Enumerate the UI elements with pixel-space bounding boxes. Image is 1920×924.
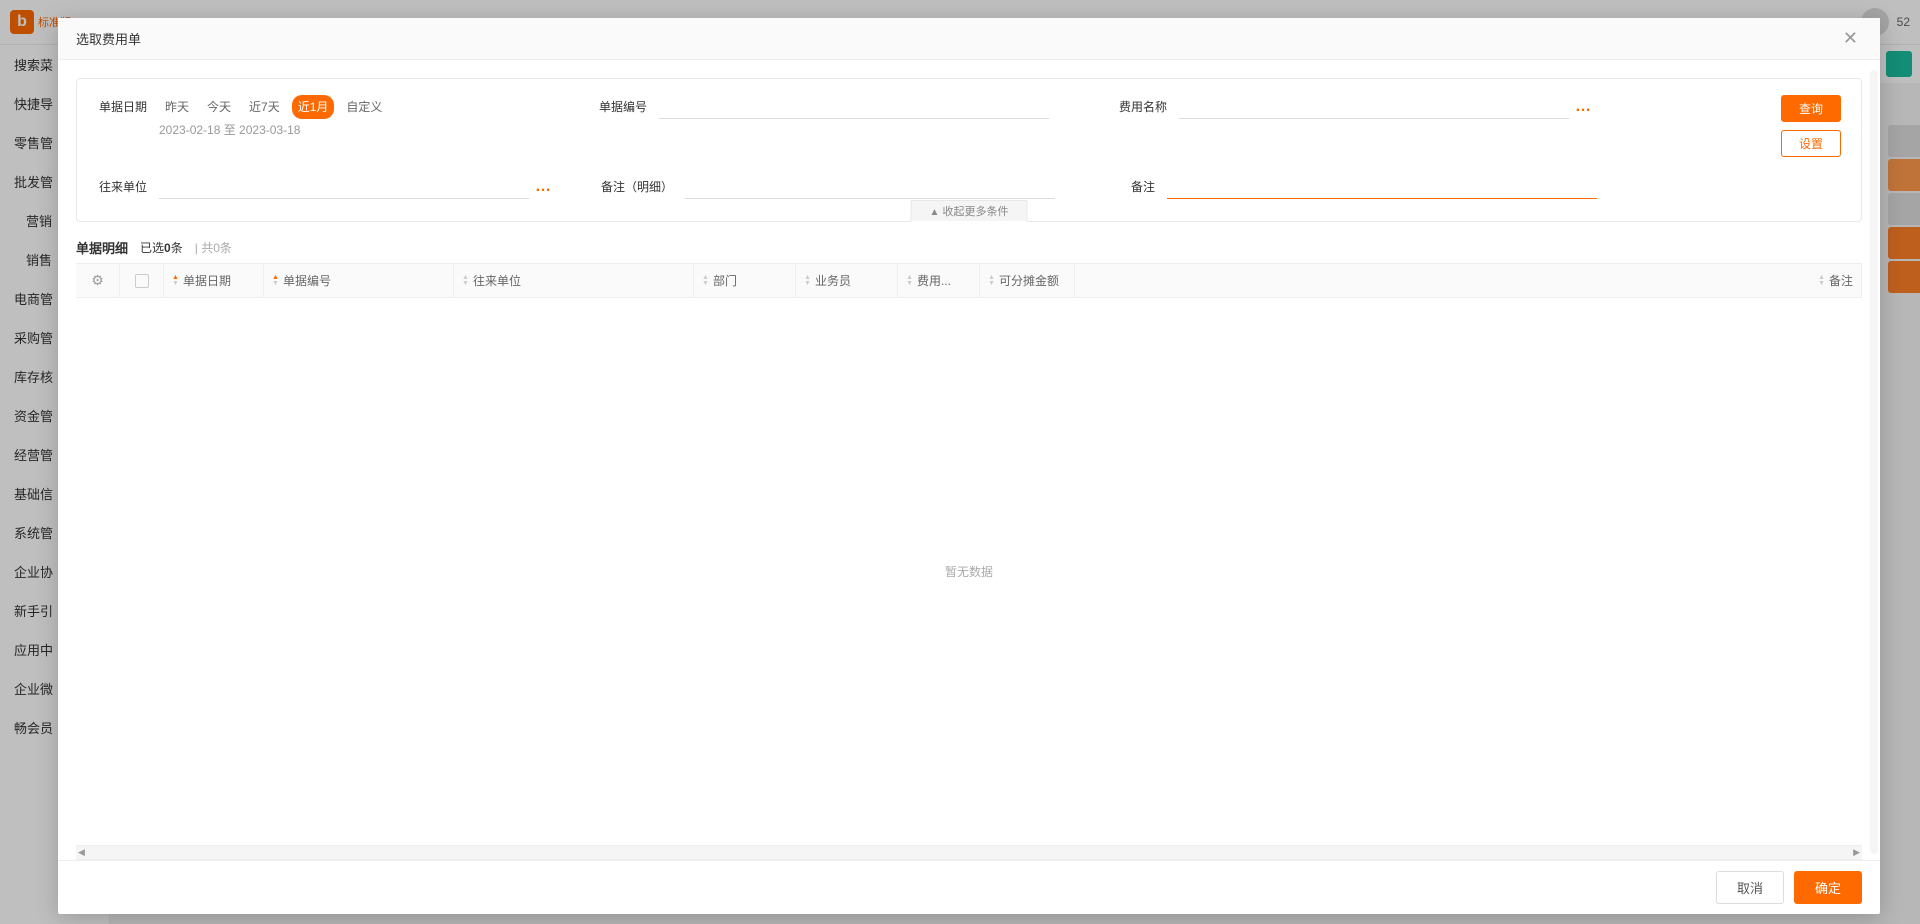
chevron-up-icon: ▲ [930,207,940,218]
table-header-row: ⚙ ▲▼ 单据日期 ▲▼ 单据编号 ▲▼ 往来单位 ▲▼ [76,264,1862,298]
selected-count: 已选0条 [140,239,183,256]
docno-input[interactable] [659,95,1049,119]
column-partner[interactable]: ▲▼ 往来单位 [454,264,694,297]
memo-detail-input[interactable] [685,175,1055,199]
modal-footer: 取消 确定 [58,860,1880,914]
filter-buttons: 查询 设置 [1781,95,1841,157]
modal-scrollbar[interactable] [1870,70,1878,854]
column-dept[interactable]: ▲▼ 部门 [694,264,796,297]
sort-icon: ▲▼ [906,275,913,287]
date-tag-last1m[interactable]: 近1月 [292,95,335,119]
select-expense-modal: 选取费用单 ✕ 单据日期 昨天 今天 近7天 近1月 [58,18,1880,914]
sort-icon: ▲▼ [988,275,995,287]
confirm-button[interactable]: 确定 [1794,871,1862,904]
query-button[interactable]: 查询 [1781,95,1841,122]
column-fee[interactable]: ▲▼ 费用... [898,264,980,297]
column-clerk[interactable]: ▲▼ 业务员 [796,264,898,297]
sort-icon: ▲▼ [702,275,709,287]
column-amount[interactable]: ▲▼ 可分摊金额 [980,264,1075,297]
filter-panel: 单据日期 昨天 今天 近7天 近1月 自定义 2023-02-18 至 2023… [76,78,1862,222]
collapse-label: 收起更多条件 [942,206,1008,218]
column-date[interactable]: ▲▼ 单据日期 [164,264,264,297]
date-tag-custom[interactable]: 自定义 [340,95,388,119]
vendor-lookup-icon[interactable]: … [529,175,557,199]
empty-state: 暂无数据 [76,298,1862,845]
feename-lookup-icon[interactable]: … [1569,95,1597,119]
checkbox[interactable] [135,274,149,288]
filter-label-docno: 单据编号 [597,95,659,119]
filter-label-vendor: 往来单位 [97,175,159,199]
horizontal-scrollbar[interactable] [76,845,1862,859]
sort-icon: ▲▼ [172,275,179,287]
vendor-input[interactable] [159,175,529,199]
feename-input[interactable] [1179,95,1569,119]
cancel-button[interactable]: 取消 [1716,871,1784,904]
memo-input[interactable] [1167,175,1597,199]
column-checkbox[interactable] [120,264,164,297]
date-tag-yesterday[interactable]: 昨天 [159,95,195,119]
list-header: 单据明细 已选0条 | 共0条 [76,238,1862,257]
sort-icon: ▲▼ [1818,275,1825,287]
modal-body: 单据日期 昨天 今天 近7天 近1月 自定义 2023-02-18 至 2023… [58,60,1880,860]
filter-label-memo: 备注 [1117,175,1167,199]
gear-icon: ⚙ [91,272,104,289]
column-remark[interactable]: ▲▼ 备注 [1075,264,1862,297]
filter-label-memo-detail: 备注（明细） [597,175,685,199]
settings-button[interactable]: 设置 [1781,130,1841,157]
date-tag-today[interactable]: 今天 [201,95,237,119]
filter-label-date: 单据日期 [97,95,159,119]
table: ⚙ ▲▼ 单据日期 ▲▼ 单据编号 ▲▼ 往来单位 ▲▼ [76,263,1862,860]
date-range-tags: 昨天 今天 近7天 近1月 自定义 [159,95,557,119]
modal-overlay: 选取费用单 ✕ 单据日期 昨天 今天 近7天 近1月 [0,0,1920,924]
collapse-filters-button[interactable]: ▲ 收起更多条件 [911,200,1028,222]
filter-label-feename: 费用名称 [1117,95,1179,119]
column-docno[interactable]: ▲▼ 单据编号 [264,264,454,297]
modal-title: 选取费用单 [76,29,141,48]
column-settings[interactable]: ⚙ [76,264,120,297]
close-icon[interactable]: ✕ [1839,24,1862,53]
date-tag-last7[interactable]: 近7天 [243,95,286,119]
total-count: | 共0条 [195,239,232,256]
sort-icon: ▲▼ [804,275,811,287]
modal-header: 选取费用单 ✕ [58,18,1880,60]
list-title: 单据明细 [76,238,128,257]
date-range-display: 2023-02-18 至 2023-03-18 [159,121,557,138]
sort-icon: ▲▼ [462,275,469,287]
sort-icon: ▲▼ [272,275,279,287]
